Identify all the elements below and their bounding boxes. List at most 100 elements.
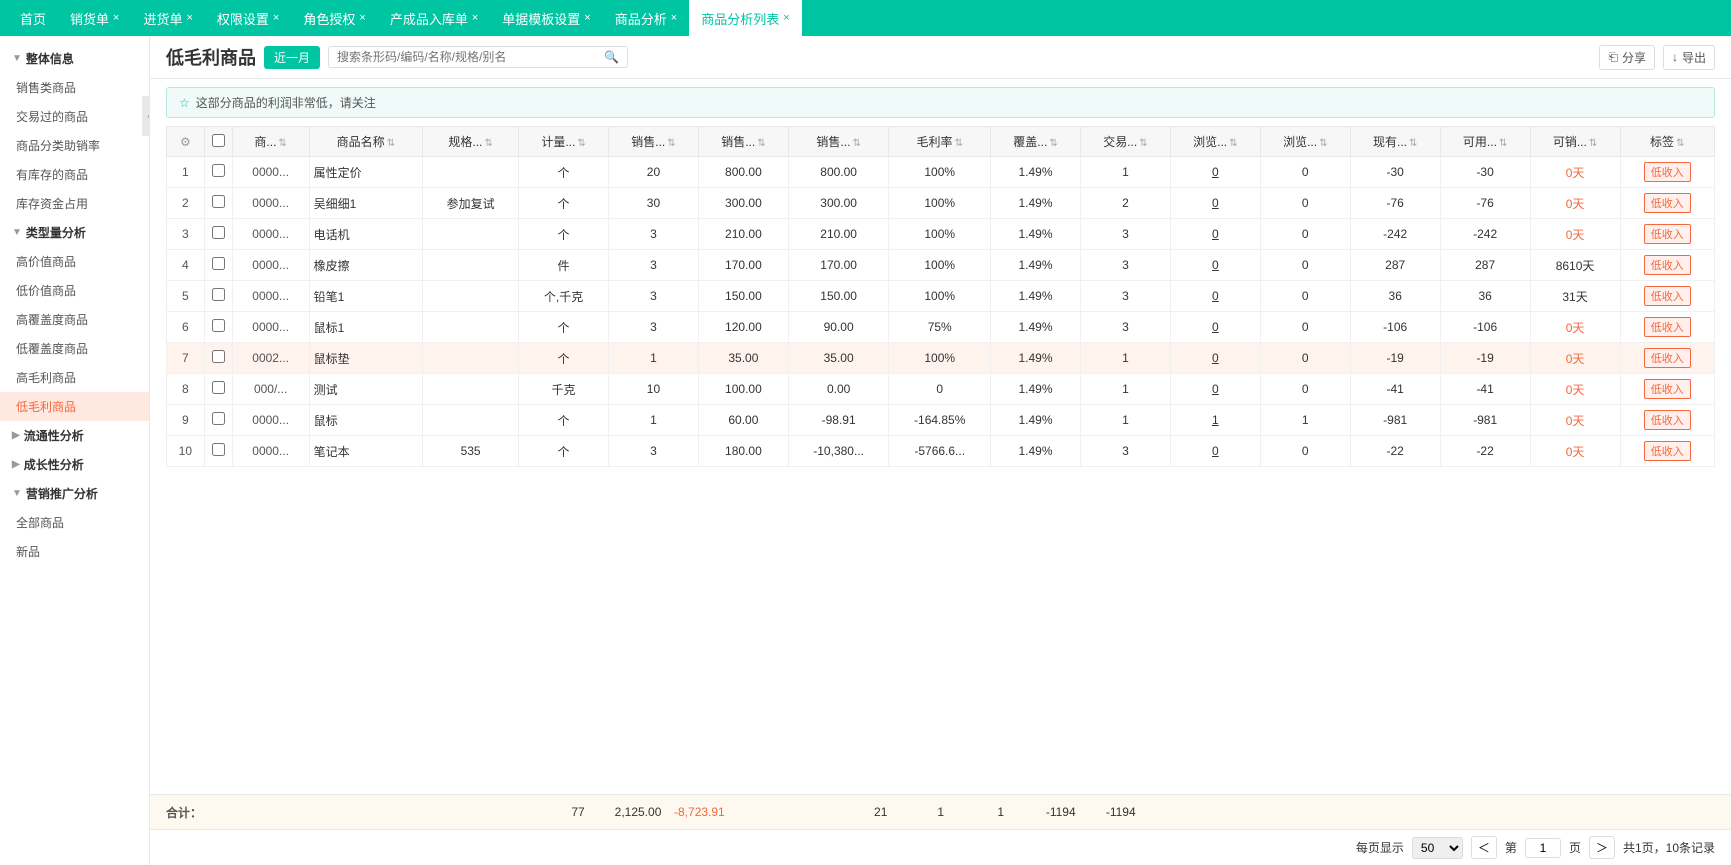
next-page-button[interactable]: ＞	[1589, 836, 1615, 859]
sidebar-group-overall[interactable]: ▼ 整体信息	[0, 44, 149, 73]
search-icon[interactable]: 🔍	[604, 50, 619, 64]
row-checkbox[interactable]	[212, 257, 225, 270]
col-current[interactable]: 现有...⇅	[1350, 127, 1440, 157]
per-page-select[interactable]: 50 20 100	[1412, 837, 1463, 859]
row-checkbox[interactable]	[212, 412, 225, 425]
sidebar-item-high-coverage[interactable]: 高覆盖度商品	[0, 305, 149, 334]
close-icon[interactable]: ×	[472, 12, 478, 24]
close-icon[interactable]: ×	[113, 12, 119, 24]
col-sellable[interactable]: 可销...⇅	[1530, 127, 1620, 157]
prev-page-button[interactable]: ＜	[1471, 836, 1497, 859]
row-sellable: 0天	[1530, 405, 1620, 436]
row-checkbox[interactable]	[212, 195, 225, 208]
row-sellable: 0天	[1530, 436, 1620, 467]
row-settings: 10	[167, 436, 205, 467]
row-spec	[423, 281, 519, 312]
row-checkbox[interactable]	[212, 381, 225, 394]
close-icon[interactable]: ×	[783, 12, 789, 24]
page-number-input[interactable]	[1525, 838, 1561, 858]
nav-sales-order[interactable]: 销货单 ×	[58, 0, 131, 36]
tag-badge: 低收入	[1644, 162, 1691, 182]
row-gross-rate: -5766.6...	[889, 436, 991, 467]
col-transaction[interactable]: 交易...⇅	[1080, 127, 1170, 157]
col-browse1[interactable]: 浏览...⇅	[1170, 127, 1260, 157]
col-sales-price[interactable]: 销售...⇅	[698, 127, 788, 157]
row-checkbox-cell	[204, 281, 232, 312]
nav-product-instock[interactable]: 产成品入库单 ×	[378, 0, 490, 36]
select-all-checkbox[interactable]	[212, 134, 225, 147]
row-tag: 低收入	[1620, 219, 1715, 250]
row-settings: 6	[167, 312, 205, 343]
close-icon[interactable]: ×	[359, 12, 365, 24]
sidebar-item-category-rate[interactable]: 商品分类助销率	[0, 131, 149, 160]
col-tag[interactable]: 标签⇅	[1620, 127, 1715, 157]
row-gross-rate: 100%	[889, 250, 991, 281]
row-code: 0000...	[232, 157, 309, 188]
sidebar-group-category-analysis[interactable]: ▼ 类型量分析	[0, 218, 149, 247]
sidebar-item-low-coverage[interactable]: 低覆盖度商品	[0, 334, 149, 363]
col-name[interactable]: 商品名称⇅	[309, 127, 423, 157]
sidebar-item-high-value[interactable]: 高价值商品	[0, 247, 149, 276]
nav-purchase-order[interactable]: 进货单 ×	[131, 0, 204, 36]
row-checkbox[interactable]	[212, 350, 225, 363]
nav-product-analysis[interactable]: 商品分析 ×	[603, 0, 689, 36]
sidebar-item-low-margin[interactable]: 低毛利商品	[0, 392, 149, 421]
sidebar-item-high-margin[interactable]: 高毛利商品	[0, 363, 149, 392]
sidebar-item-sales-products[interactable]: 销售类商品	[0, 73, 149, 102]
sidebar-group-growth-analysis[interactable]: ▶ 成长性分析	[0, 450, 149, 479]
nav-home[interactable]: 首页	[8, 0, 58, 36]
sidebar: « ▼ 整体信息 销售类商品 交易过的商品 商品分类助销率 有库存的商品 库存资…	[0, 36, 150, 865]
row-browse2: 0	[1260, 312, 1350, 343]
col-sales-qty[interactable]: 销售...⇅	[609, 127, 699, 157]
row-unit: 个	[519, 219, 609, 250]
row-checkbox[interactable]	[212, 288, 225, 301]
row-unit: 个	[519, 157, 609, 188]
sidebar-item-all-products[interactable]: 全部商品	[0, 508, 149, 537]
sidebar-group-marketing-analysis[interactable]: ▼ 营销推广分析	[0, 479, 149, 508]
search-input[interactable]	[337, 50, 604, 64]
share-button[interactable]: ⎗ 分享	[1599, 45, 1655, 70]
col-code[interactable]: 商...⇅	[232, 127, 309, 157]
settings-icon[interactable]: ⚙	[180, 135, 191, 149]
export-button[interactable]: ↓ 导出	[1663, 45, 1715, 70]
col-gross-rate[interactable]: 毛利率⇅	[889, 127, 991, 157]
sidebar-collapse-btn[interactable]: «	[142, 96, 150, 136]
close-icon[interactable]: ×	[273, 12, 279, 24]
sidebar-item-stock-capital[interactable]: 库存资金占用	[0, 189, 149, 218]
sidebar-item-low-value[interactable]: 低价值商品	[0, 276, 149, 305]
nav-template-settings[interactable]: 单据模板设置 ×	[490, 0, 602, 36]
page-label-end: 页	[1569, 839, 1581, 856]
row-name: 橡皮擦	[309, 250, 423, 281]
close-icon[interactable]: ×	[671, 12, 677, 24]
sidebar-item-new-products[interactable]: 新品	[0, 537, 149, 566]
close-icon[interactable]: ×	[186, 12, 192, 24]
col-sales-profit[interactable]: 销售...⇅	[788, 127, 889, 157]
nav-permission-settings[interactable]: 权限设置 ×	[205, 0, 291, 36]
footer-col-spacer2	[240, 801, 268, 823]
row-checkbox[interactable]	[212, 226, 225, 239]
row-current: -22	[1350, 436, 1440, 467]
sidebar-item-stocked-products[interactable]: 有库存的商品	[0, 160, 149, 189]
row-browse2: 0	[1260, 436, 1350, 467]
tag-badge: 低收入	[1644, 224, 1691, 244]
col-coverage[interactable]: 覆盖...⇅	[991, 127, 1081, 157]
row-browse1: 0	[1170, 374, 1260, 405]
col-spec[interactable]: 规格...⇅	[423, 127, 519, 157]
nav-product-analysis-list[interactable]: 商品分析列表 ×	[689, 0, 801, 36]
close-icon[interactable]: ×	[584, 12, 590, 24]
row-sales-profit: 210.00	[788, 219, 889, 250]
row-coverage: 1.49%	[991, 250, 1081, 281]
sidebar-item-traded-products[interactable]: 交易过的商品	[0, 102, 149, 131]
row-checkbox[interactable]	[212, 443, 225, 456]
col-browse2[interactable]: 浏览...⇅	[1260, 127, 1350, 157]
col-available[interactable]: 可用...⇅	[1440, 127, 1530, 157]
row-number: 6	[182, 320, 189, 334]
row-checkbox[interactable]	[212, 319, 225, 332]
nav-role-auth[interactable]: 角色授权 ×	[291, 0, 377, 36]
row-available: -981	[1440, 405, 1530, 436]
row-checkbox[interactable]	[212, 164, 225, 177]
time-filter-button[interactable]: 近一月	[264, 46, 320, 69]
col-settings[interactable]: ⚙	[167, 127, 205, 157]
col-unit[interactable]: 计量...⇅	[519, 127, 609, 157]
sidebar-group-flow-analysis[interactable]: ▶ 流通性分析	[0, 421, 149, 450]
